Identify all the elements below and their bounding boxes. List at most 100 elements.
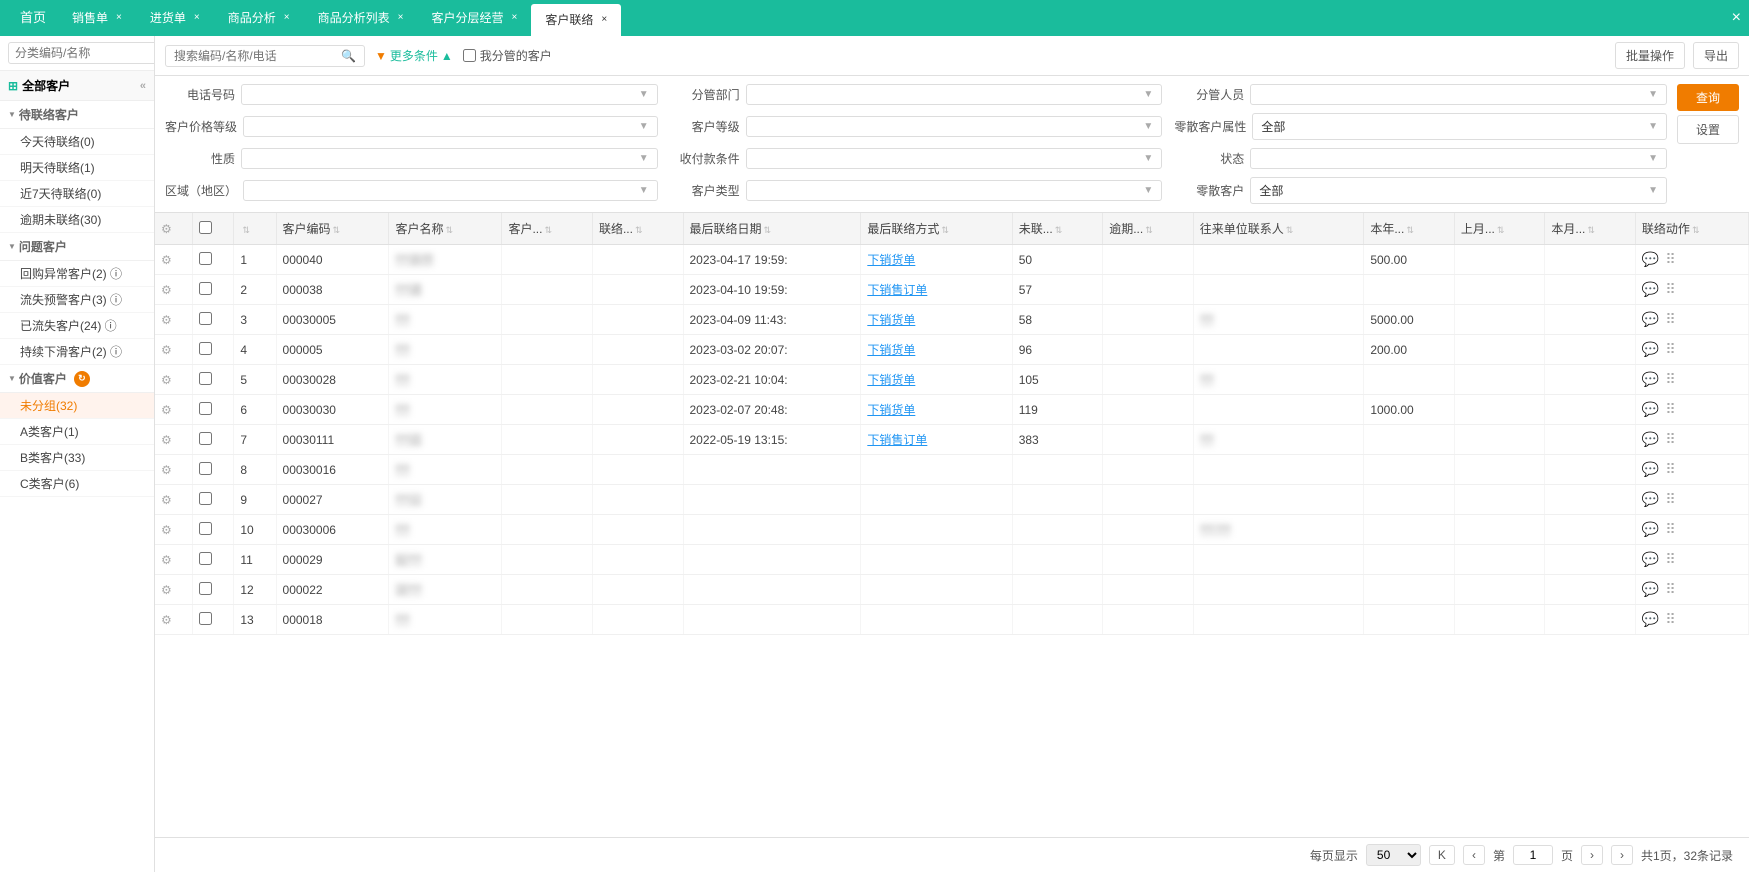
- close-all-button[interactable]: ×: [1732, 9, 1741, 27]
- nav-item-customer-contact[interactable]: 客户联络 ×: [531, 4, 621, 36]
- sidebar-item-repurchase-abnormal[interactable]: 回购异常客户(2) ⓘ: [0, 261, 154, 287]
- filter-field-[interactable]: 全部▼: [1250, 177, 1667, 204]
- contact-action-icon[interactable]: 💬: [1642, 431, 1659, 448]
- filter-field-[interactable]: ▼: [746, 84, 1163, 105]
- customer-name[interactable]: ***亲仟: [389, 245, 502, 275]
- row-gear-icon[interactable]: ⚙: [161, 613, 172, 627]
- last-contact-method[interactable]: [861, 515, 1012, 545]
- nav-close-customer-tier[interactable]: ×: [511, 0, 517, 36]
- contact-action-icon[interactable]: 💬: [1642, 491, 1659, 508]
- row-checkbox[interactable]: [199, 432, 212, 445]
- sidebar-item-churned[interactable]: 已流失客户(24) ⓘ: [0, 313, 154, 339]
- th-gear[interactable]: ⚙: [155, 213, 192, 245]
- last-contact-method[interactable]: 下销售订单: [861, 425, 1012, 455]
- filter-field-[interactable]: ▼: [1250, 148, 1667, 169]
- last-contact-method[interactable]: [861, 575, 1012, 605]
- row-gear-icon[interactable]: ⚙: [161, 403, 172, 417]
- row-gear-icon[interactable]: ⚙: [161, 463, 172, 477]
- customer-name[interactable]: ***: [389, 605, 502, 635]
- last-contact-method[interactable]: 下销货单: [861, 395, 1012, 425]
- filter-field-[interactable]: ▼: [1250, 84, 1667, 105]
- row-gear-icon[interactable]: ⚙: [161, 283, 172, 297]
- row-gear-icon[interactable]: ⚙: [161, 253, 172, 267]
- row-checkbox[interactable]: [199, 282, 212, 295]
- customer-name[interactable]: ***: [389, 335, 502, 365]
- contact-method-link[interactable]: 下销货单: [867, 253, 915, 267]
- contact-action-icon[interactable]: 💬: [1642, 521, 1659, 538]
- customer-search-icon[interactable]: 🔍: [341, 49, 356, 63]
- last-page-btn[interactable]: ›: [1611, 845, 1633, 865]
- contact-method-link[interactable]: 下销售订单: [867, 433, 927, 447]
- filter-search-box[interactable]: 🔍: [165, 45, 365, 67]
- more-action-icon[interactable]: ⠿: [1665, 311, 1675, 328]
- sidebar-item-group-b[interactable]: B类客户(33): [0, 445, 154, 471]
- last-contact-method[interactable]: 下销货单: [861, 335, 1012, 365]
- contact-action-icon[interactable]: 💬: [1642, 341, 1659, 358]
- reset-button[interactable]: 设置: [1677, 115, 1739, 144]
- filter-field-[interactable]: ▼: [746, 180, 1163, 201]
- page-input[interactable]: [1513, 845, 1553, 865]
- next-page-btn[interactable]: ›: [1581, 845, 1603, 865]
- nav-item-purchase[interactable]: 进货单 ×: [136, 0, 214, 36]
- contact-method-link[interactable]: 下销货单: [867, 373, 915, 387]
- sidebar-collapse-btn[interactable]: «: [140, 80, 146, 92]
- customer-name[interactable]: ***: [389, 305, 502, 335]
- customer-name[interactable]: ***公: [389, 485, 502, 515]
- more-action-icon[interactable]: ⠿: [1665, 251, 1675, 268]
- last-contact-method[interactable]: [861, 485, 1012, 515]
- row-gear-icon[interactable]: ⚙: [161, 583, 172, 597]
- select-all-checkbox[interactable]: [199, 221, 212, 234]
- last-contact-method[interactable]: [861, 545, 1012, 575]
- query-button[interactable]: 查询: [1677, 84, 1739, 111]
- sidebar-item-declining[interactable]: 持续下滑客户(2) ⓘ: [0, 339, 154, 365]
- row-checkbox[interactable]: [199, 582, 212, 595]
- batch-ops-button[interactable]: 批量操作: [1615, 42, 1685, 69]
- row-checkbox[interactable]: [199, 552, 212, 565]
- nav-close-sales[interactable]: ×: [116, 0, 122, 36]
- contact-action-icon[interactable]: 💬: [1642, 311, 1659, 328]
- sidebar-section-label-pending[interactable]: ▼ 待联络客户: [0, 101, 154, 129]
- more-action-icon[interactable]: ⠿: [1665, 461, 1675, 478]
- row-checkbox[interactable]: [199, 612, 212, 625]
- more-action-icon[interactable]: ⠿: [1665, 581, 1675, 598]
- contact-method-link[interactable]: 下销货单: [867, 313, 915, 327]
- nav-item-customer-tier[interactable]: 客户分层经营 ×: [417, 0, 531, 36]
- contact-action-icon[interactable]: 💬: [1642, 251, 1659, 268]
- customer-search-input[interactable]: [174, 49, 337, 63]
- first-page-btn[interactable]: K: [1429, 845, 1455, 865]
- nav-close-goods-analysis[interactable]: ×: [284, 0, 290, 36]
- more-action-icon[interactable]: ⠿: [1665, 371, 1675, 388]
- nav-item-sales[interactable]: 销售单 ×: [58, 0, 136, 36]
- last-contact-method[interactable]: [861, 455, 1012, 485]
- filter-field-[interactable]: ▼: [746, 116, 1163, 137]
- filter-field-[interactable]: ▼: [241, 148, 658, 169]
- my-customers-checkbox[interactable]: [463, 49, 476, 62]
- contact-action-icon[interactable]: 💬: [1642, 551, 1659, 568]
- filter-field-[interactable]: ▼: [746, 148, 1163, 169]
- customer-name[interactable]: ***: [389, 515, 502, 545]
- more-action-icon[interactable]: ⠿: [1665, 281, 1675, 298]
- sidebar-item-today-pending[interactable]: 今天待联络(0): [0, 129, 154, 155]
- more-action-icon[interactable]: ⠿: [1665, 401, 1675, 418]
- nav-close-purchase[interactable]: ×: [194, 0, 200, 36]
- customer-name[interactable]: ***请: [389, 275, 502, 305]
- gear-icon[interactable]: ⚙: [161, 222, 172, 236]
- sidebar-item-tomorrow-pending[interactable]: 明天待联络(1): [0, 155, 154, 181]
- sidebar-item-group-c[interactable]: C类客户(6): [0, 471, 154, 497]
- row-checkbox[interactable]: [199, 312, 212, 325]
- more-action-icon[interactable]: ⠿: [1665, 491, 1675, 508]
- row-gear-icon[interactable]: ⚙: [161, 313, 172, 327]
- row-gear-icon[interactable]: ⚙: [161, 433, 172, 447]
- row-gear-icon[interactable]: ⚙: [161, 343, 172, 357]
- last-contact-method[interactable]: 下销货单: [861, 365, 1012, 395]
- row-checkbox[interactable]: [199, 342, 212, 355]
- more-action-icon[interactable]: ⠿: [1665, 521, 1675, 538]
- row-checkbox[interactable]: [199, 252, 212, 265]
- more-action-icon[interactable]: ⠿: [1665, 341, 1675, 358]
- sidebar-item-group-a[interactable]: A类客户(1): [0, 419, 154, 445]
- row-checkbox[interactable]: [199, 402, 212, 415]
- more-action-icon[interactable]: ⠿: [1665, 551, 1675, 568]
- customer-name[interactable]: 扯***: [389, 545, 502, 575]
- last-contact-method[interactable]: 下销售订单: [861, 275, 1012, 305]
- contact-action-icon[interactable]: 💬: [1642, 581, 1659, 598]
